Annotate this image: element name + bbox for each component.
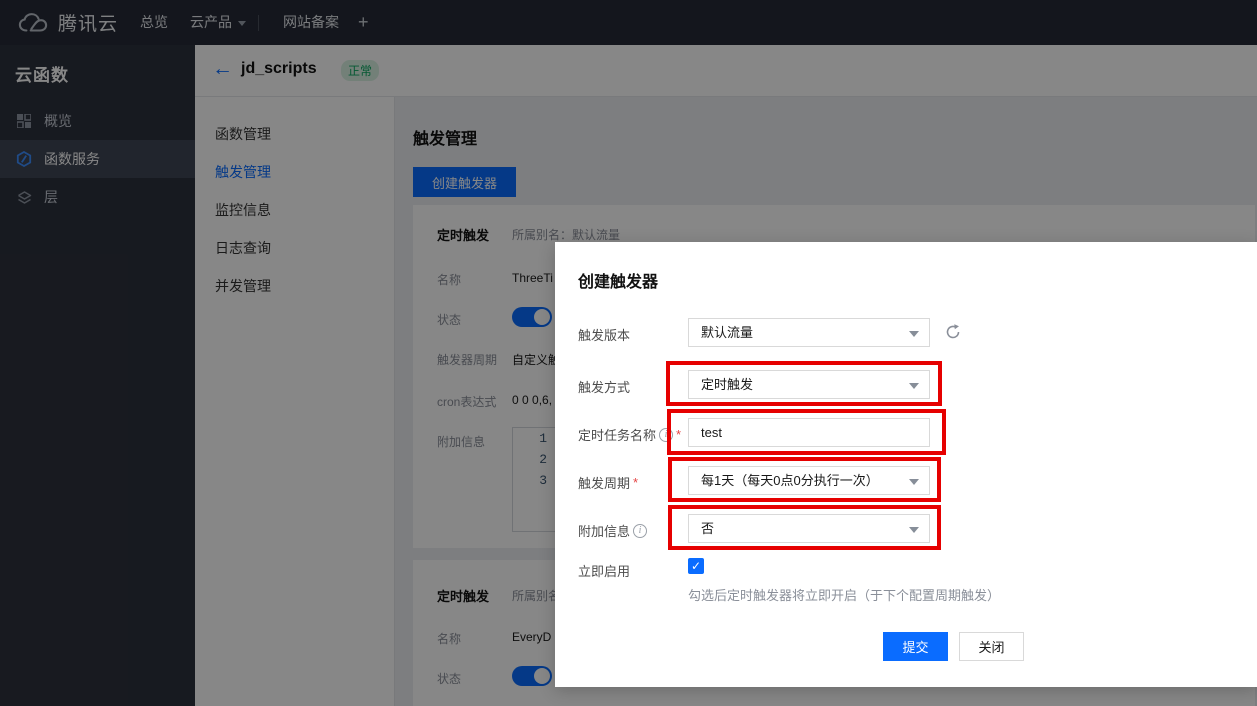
- version-select-value: 默认流量: [701, 325, 753, 340]
- cycle-select[interactable]: 每1天（每天0点0分执行一次）: [688, 466, 930, 495]
- method-label: 触发方式: [578, 377, 630, 396]
- extra-info-label-text: 附加信息: [578, 521, 630, 540]
- required-asterisk: *: [633, 475, 638, 490]
- chevron-down-icon: [909, 331, 919, 337]
- close-button[interactable]: 关闭: [959, 632, 1024, 661]
- chevron-down-icon: [909, 527, 919, 533]
- extra-info-select[interactable]: 否: [688, 514, 930, 543]
- create-trigger-modal: 创建触发器 触发版本 默认流量 触发方式 定时触发 定时任务名称 i * 触发周…: [555, 242, 1257, 687]
- method-select-value: 定时触发: [701, 377, 753, 392]
- version-select[interactable]: 默认流量: [688, 318, 930, 347]
- submit-button[interactable]: 提交: [883, 632, 948, 661]
- enable-label: 立即启用: [578, 561, 630, 580]
- chevron-down-icon: [909, 479, 919, 485]
- page: 腾讯云 总览 云产品 网站备案 + 云函数 概览 函数服务 层: [0, 0, 1257, 706]
- task-name-input[interactable]: [688, 418, 930, 447]
- cycle-select-value: 每1天（每天0点0分执行一次）: [701, 473, 879, 488]
- extra-info-select-value: 否: [701, 521, 714, 536]
- enable-helper-text: 勾选后定时触发器将立即开启（于下个配置周期触发）: [688, 585, 1000, 604]
- cycle-label-text: 触发周期: [578, 473, 630, 492]
- task-name-label: 定时任务名称 i *: [578, 425, 681, 444]
- task-name-label-text: 定时任务名称: [578, 425, 656, 444]
- info-icon[interactable]: i: [633, 524, 647, 538]
- info-icon[interactable]: i: [659, 428, 673, 442]
- modal-title: 创建触发器: [578, 268, 658, 292]
- extra-info-label: 附加信息 i: [578, 521, 647, 540]
- chevron-down-icon: [909, 383, 919, 389]
- required-asterisk: *: [676, 427, 681, 442]
- refresh-icon[interactable]: [944, 323, 962, 346]
- cycle-label: 触发周期 *: [578, 473, 638, 492]
- version-label: 触发版本: [578, 325, 630, 344]
- enable-checkbox[interactable]: ✓: [688, 558, 704, 574]
- method-select[interactable]: 定时触发: [688, 370, 930, 399]
